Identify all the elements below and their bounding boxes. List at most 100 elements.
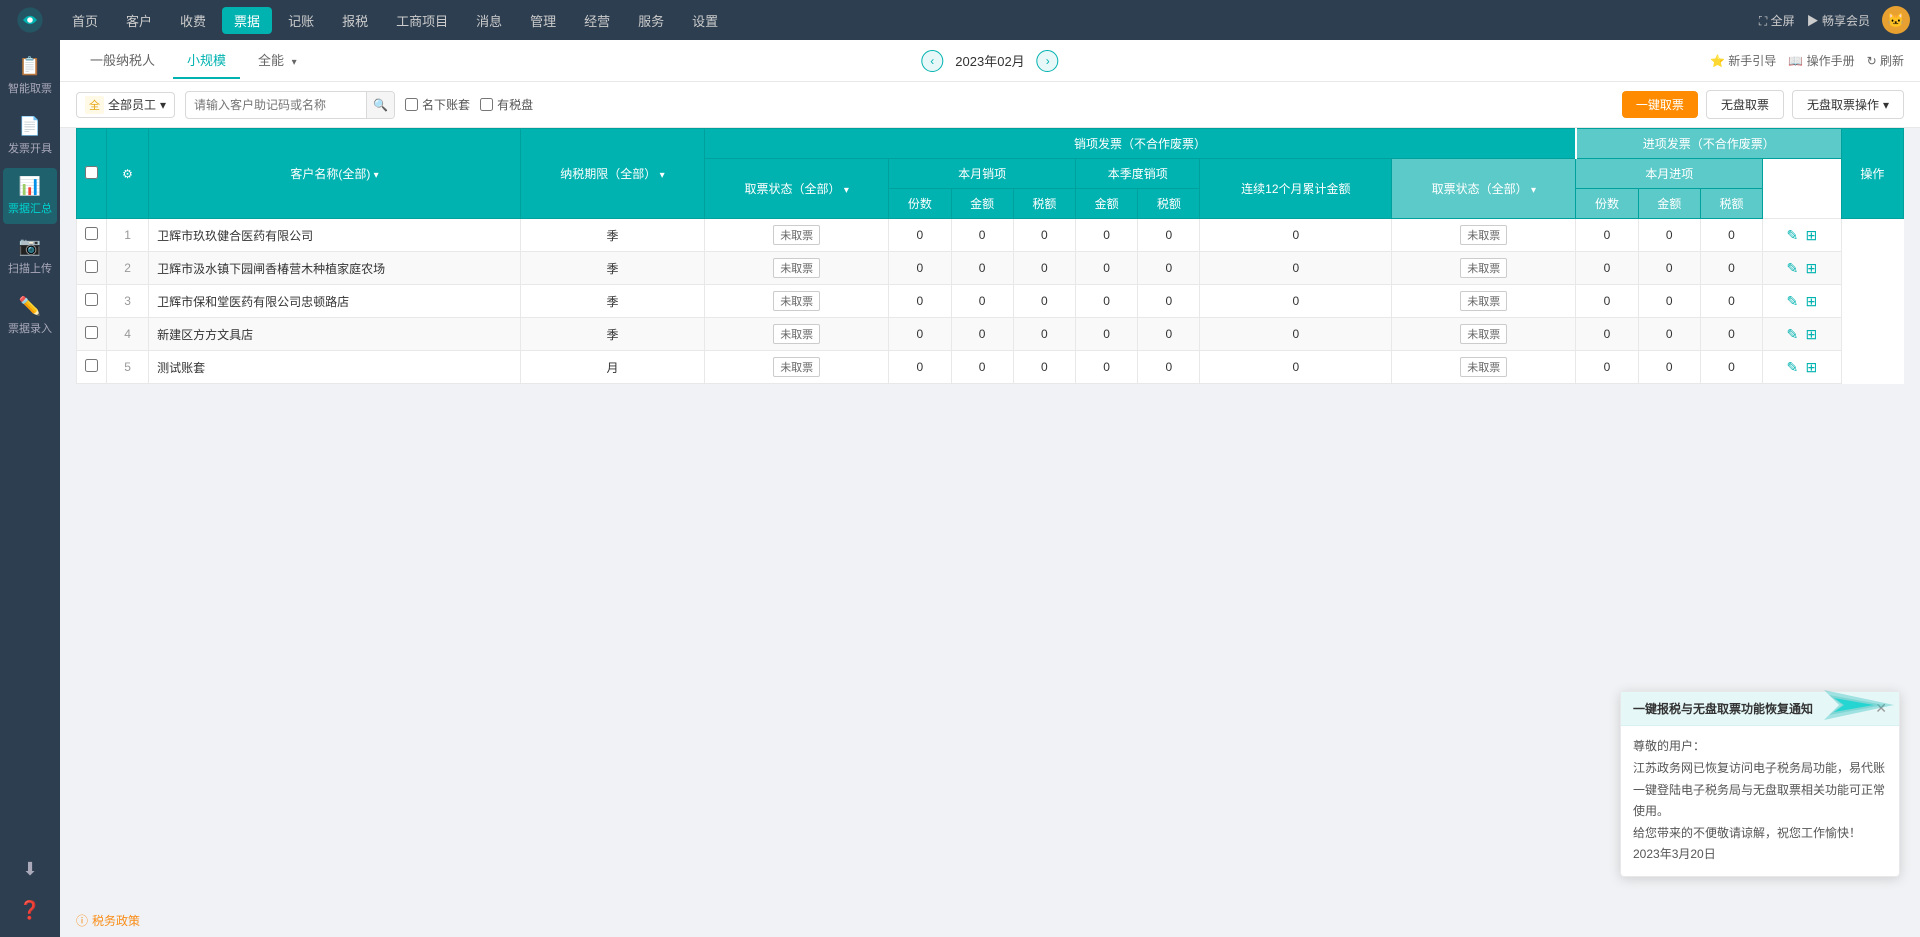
row-sales-q-amount: 0 — [1075, 285, 1137, 318]
manual-btn[interactable]: 📖 操作手册 — [1788, 52, 1854, 69]
search-button[interactable]: 🔍 — [366, 91, 394, 119]
sub-account-filter[interactable]: 名下账套 — [405, 96, 470, 113]
row-view-btn[interactable]: ⊞ — [1806, 359, 1818, 375]
row-view-btn[interactable]: ⊞ — [1806, 260, 1818, 276]
table-row: 5 测试账套 月 未取票 0 0 0 0 0 0 未取票 0 0 0 ✎ ⊞ — [77, 351, 1904, 384]
taxable-filter[interactable]: 有税盘 — [480, 96, 533, 113]
tab-all-capable[interactable]: 全能 ▾ — [244, 42, 311, 79]
nav-manage[interactable]: 管理 — [518, 7, 568, 34]
table-row: 3 卫辉市保和堂医药有限公司忠顿路店 季 未取票 0 0 0 0 0 0 未取票… — [77, 285, 1904, 318]
new-guide-btn[interactable]: ⭐ 新手引导 — [1710, 52, 1776, 69]
th-sales-quarter: 本季度销项 — [1075, 159, 1199, 189]
nav-operations[interactable]: 经营 — [572, 7, 622, 34]
settings-icon[interactable]: ⚙ — [122, 167, 133, 181]
no-disk-btn[interactable]: 无盘取票 — [1706, 90, 1784, 119]
sub-account-checkbox[interactable] — [405, 98, 418, 111]
nav-customer[interactable]: 客户 — [114, 7, 164, 34]
employee-filter[interactable]: 全 全部员工 ▾ — [76, 92, 175, 118]
nav-settings[interactable]: 设置 — [680, 7, 730, 34]
one-click-btn[interactable]: 一键取票 — [1622, 91, 1698, 118]
tab-small-scale[interactable]: 小规模 — [173, 42, 240, 79]
row-actions: ✎ ⊞ — [1763, 252, 1842, 285]
th-sales-m-tax: 税额 — [1013, 189, 1075, 219]
row-sales-status: 未取票 — [705, 285, 889, 318]
row-sales-m-amount: 0 — [951, 351, 1013, 384]
search-input[interactable] — [186, 98, 366, 112]
th-tax-period: 纳税期限（全部） ▾ — [520, 129, 704, 219]
period-nav: ‹ 2023年02月 › — [921, 50, 1058, 72]
nav-home[interactable]: 首页 — [60, 7, 110, 34]
invoice-entry-icon: ✏️ — [19, 296, 41, 317]
fullscreen-btn[interactable]: ⛶ 全屏 — [1759, 12, 1795, 29]
nav-tax[interactable]: 报税 — [330, 7, 380, 34]
row-checkbox[interactable] — [85, 227, 98, 240]
sidebar-label-invoice-summary: 票据汇总 — [8, 200, 52, 216]
row-sales-m-count: 0 — [889, 351, 951, 384]
table-row: 2 卫辉市汲水镇下园闸香椿营木种植家庭农场 季 未取票 0 0 0 0 0 0 … — [77, 252, 1904, 285]
nav-business[interactable]: 工商项目 — [384, 7, 460, 34]
th-operations: 操作 — [1841, 129, 1903, 219]
row-checkbox[interactable] — [85, 359, 98, 372]
row-customer: 卫辉市玖玖健合医药有限公司 — [149, 219, 521, 252]
row-edit-btn[interactable]: ✎ — [1786, 227, 1798, 243]
row-edit-btn[interactable]: ✎ — [1786, 326, 1798, 342]
row-sales-status: 未取票 — [705, 318, 889, 351]
row-purchase-status: 未取票 — [1392, 219, 1576, 252]
tab-general-taxpayer[interactable]: 一般纳税人 — [76, 42, 169, 79]
notification-body: 尊敬的用户： 江苏政务网已恢复访问电子税务局功能，易代账一键登陆电子税务局与无盘… — [1621, 726, 1899, 876]
member-btn[interactable]: ▶ 畅享会员 — [1807, 12, 1870, 29]
taxable-checkbox[interactable] — [480, 98, 493, 111]
sidebar-download-icon[interactable]: ⬇ — [16, 853, 43, 886]
row-sales-m-tax: 0 — [1013, 252, 1075, 285]
sidebar-item-invoice-open[interactable]: 📄 发票开具 — [3, 108, 57, 164]
period-prev-btn[interactable]: ‹ — [921, 50, 943, 72]
row-sales-m-amount: 0 — [951, 285, 1013, 318]
sidebar-item-scan-upload[interactable]: 📷 扫描上传 — [3, 228, 57, 284]
row-sales-m-tax: 0 — [1013, 351, 1075, 384]
nav-service[interactable]: 服务 — [626, 7, 676, 34]
period-next-btn[interactable]: › — [1037, 50, 1059, 72]
row-view-btn[interactable]: ⊞ — [1806, 326, 1818, 342]
row-sales-12m: 0 — [1200, 252, 1392, 285]
row-checkbox-cell — [77, 318, 107, 351]
row-purchase-m-amount: 0 — [1638, 318, 1700, 351]
row-view-btn[interactable]: ⊞ — [1806, 293, 1818, 309]
row-customer: 卫辉市保和堂医药有限公司忠顿路店 — [149, 285, 521, 318]
row-customer: 新建区方方文具店 — [149, 318, 521, 351]
nav-invoice[interactable]: 票据 — [222, 7, 272, 34]
row-edit-btn[interactable]: ✎ — [1786, 260, 1798, 276]
user-avatar[interactable]: 🐱 — [1882, 6, 1910, 34]
tax-policy-link[interactable]: 税务政策 — [92, 912, 140, 929]
sidebar-help-icon[interactable]: ❓ — [13, 894, 47, 927]
refresh-btn[interactable]: ↻ 刷新 — [1867, 52, 1904, 69]
row-purchase-m-tax: 0 — [1700, 351, 1762, 384]
purchase-status-filter-icon[interactable]: ▾ — [1531, 185, 1536, 196]
select-all-checkbox[interactable] — [85, 166, 98, 179]
tax-period-filter-icon[interactable]: ▾ — [660, 170, 665, 181]
row-checkbox[interactable] — [85, 326, 98, 339]
sidebar-label-invoice-entry: 票据录入 — [8, 320, 52, 336]
nav-message[interactable]: 消息 — [464, 7, 514, 34]
nav-billing[interactable]: 收费 — [168, 7, 218, 34]
row-view-btn[interactable]: ⊞ — [1806, 227, 1818, 243]
sidebar-item-invoice-entry[interactable]: ✏️ 票据录入 — [3, 288, 57, 344]
customer-filter-icon[interactable]: ▾ — [374, 170, 379, 181]
sales-status-filter-icon[interactable]: ▾ — [844, 185, 849, 196]
row-actions: ✎ ⊞ — [1763, 318, 1842, 351]
row-edit-btn[interactable]: ✎ — [1786, 359, 1798, 375]
employee-filter-dropdown-icon: ▾ — [160, 98, 166, 112]
row-checkbox[interactable] — [85, 293, 98, 306]
notification-decoration — [1824, 690, 1894, 720]
sidebar-item-smart-ticket[interactable]: 📋 智能取票 — [3, 48, 57, 104]
app-logo[interactable] — [10, 0, 50, 40]
row-checkbox-cell — [77, 219, 107, 252]
sidebar-item-invoice-summary[interactable]: 📊 票据汇总 — [3, 168, 57, 224]
row-sales-m-tax: 0 — [1013, 285, 1075, 318]
no-disk-ops-btn[interactable]: 无盘取票操作 ▾ — [1792, 90, 1904, 119]
table-row: 4 新建区方方文具店 季 未取票 0 0 0 0 0 0 未取票 0 0 0 ✎… — [77, 318, 1904, 351]
nav-bookkeeping[interactable]: 记账 — [276, 7, 326, 34]
row-actions: ✎ ⊞ — [1763, 285, 1842, 318]
refresh-icon: ↻ — [1867, 54, 1877, 68]
row-edit-btn[interactable]: ✎ — [1786, 293, 1798, 309]
row-checkbox[interactable] — [85, 260, 98, 273]
